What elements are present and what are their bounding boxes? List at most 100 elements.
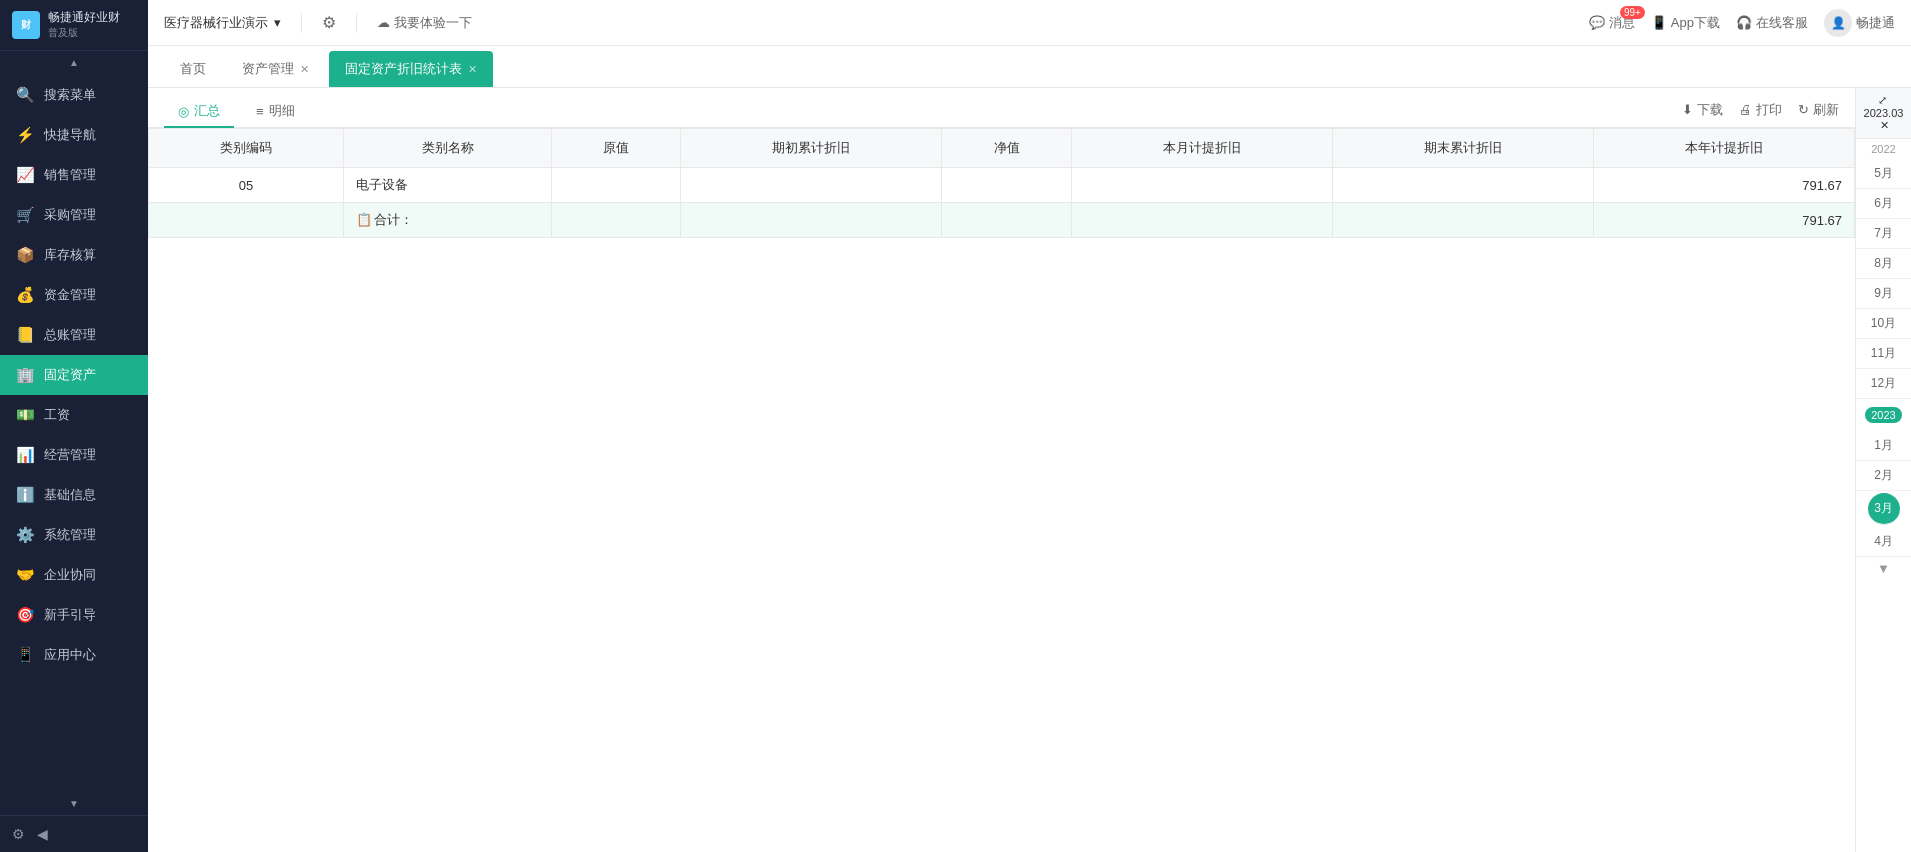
sidebar-item-sales[interactable]: 📈 销售管理 xyxy=(0,155,148,195)
action-icon-print: 🖨 xyxy=(1739,102,1752,117)
sidebar-item-guide[interactable]: 🎯 新手引导 xyxy=(0,595,148,635)
table-total-cell xyxy=(1071,203,1332,238)
sub-tab-icon-summary: ◎ xyxy=(178,104,189,119)
sidebar-icon-operations: 📊 xyxy=(16,446,34,464)
sidebar-item-funds[interactable]: 💰 资金管理 xyxy=(0,275,148,315)
report-panel: ◎ 汇总 ≡ 明细 ⬇ 下载 🖨 打印 ↻ 刷新 类别编码类别名称原值期初 xyxy=(148,88,1855,852)
date-month-2022-9月[interactable]: 9月 xyxy=(1856,279,1911,309)
date-year-2022: 2022 xyxy=(1856,139,1911,159)
table-body: 05电子设备791.67📋合计：791.67 xyxy=(149,168,1855,238)
date-month-2022-12月[interactable]: 12月 xyxy=(1856,369,1911,399)
date-panel-title: 2023.03 xyxy=(1864,107,1904,119)
date-month-2022-10月[interactable]: 10月 xyxy=(1856,309,1911,339)
sidebar-item-purchase[interactable]: 🛒 采购管理 xyxy=(0,195,148,235)
tab-depreciation-report[interactable]: 固定资产折旧统计表 ✕ xyxy=(329,51,493,87)
date-month-2022-11月[interactable]: 11月 xyxy=(1856,339,1911,369)
sub-tab-summary[interactable]: ◎ 汇总 xyxy=(164,96,234,128)
sidebar-item-fixed-assets[interactable]: 🏢 固定资产 xyxy=(0,355,148,395)
collapse-icon[interactable]: ◀ xyxy=(37,826,48,842)
table-cell xyxy=(1071,168,1332,203)
table-cell xyxy=(1332,168,1593,203)
tab-label-depreciation-report: 固定资产折旧统计表 xyxy=(345,60,462,78)
sidebar-item-search[interactable]: 🔍 搜索菜单 xyxy=(0,75,148,115)
sub-tab-label-detail: 明细 xyxy=(269,102,295,120)
topbar-label-app-download: App下载 xyxy=(1671,14,1720,32)
sidebar-icon-sales: 📈 xyxy=(16,166,34,184)
tab-home[interactable]: 首页 xyxy=(164,51,222,87)
sidebar-label-enterprise: 企业协同 xyxy=(44,566,96,584)
date-month-2022-7月[interactable]: 7月 xyxy=(1856,219,1911,249)
date-nav-down[interactable]: ▼ xyxy=(1856,557,1911,580)
company-name: 医疗器械行业演示 xyxy=(164,14,268,32)
sidebar-item-operations[interactable]: 📊 经营管理 xyxy=(0,435,148,475)
sub-tab-icon-detail: ≡ xyxy=(256,104,264,119)
topbar-settings-icon[interactable]: ⚙ xyxy=(322,13,336,32)
action-refresh[interactable]: ↻ 刷新 xyxy=(1798,101,1839,119)
date-panel-close-icon[interactable]: ✕ xyxy=(1880,119,1889,131)
table-header-cell: 原值 xyxy=(552,129,681,168)
table-total-cell xyxy=(552,203,681,238)
sidebar-item-ledger[interactable]: 📒 总账管理 xyxy=(0,315,148,355)
sidebar-item-enterprise[interactable]: 🤝 企业协同 xyxy=(0,555,148,595)
sidebar-menu: 🔍 搜索菜单 ⚡ 快捷导航 📈 销售管理 🛒 采购管理 📦 库存核算 💰 资金管… xyxy=(0,75,148,791)
sub-tabs-right: ⬇ 下载 🖨 打印 ↻ 刷新 xyxy=(1682,101,1839,123)
table-header-cell: 期末累计折旧 xyxy=(1332,129,1593,168)
sub-tab-label-summary: 汇总 xyxy=(194,102,220,120)
sidebar-icon-system: ⚙️ xyxy=(16,526,34,544)
action-download[interactable]: ⬇ 下载 xyxy=(1682,101,1723,119)
topbar-messages[interactable]: 💬 消息 99+ xyxy=(1589,14,1635,32)
date-month-2022-6月[interactable]: 6月 xyxy=(1856,189,1911,219)
sidebar-scroll-down[interactable]: ▼ xyxy=(0,791,148,815)
settings-footer-icon[interactable]: ⚙ xyxy=(12,826,25,842)
sidebar-item-salary[interactable]: 💵 工资 xyxy=(0,395,148,435)
company-selector[interactable]: 医疗器械行业演示 ▾ xyxy=(164,14,281,32)
sidebar-icon-basic-info: ℹ️ xyxy=(16,486,34,504)
date-panel-expand-icon[interactable]: ⤢ xyxy=(1878,94,1887,106)
sidebar-item-inventory[interactable]: 📦 库存核算 xyxy=(0,235,148,275)
sidebar-icon-search: 🔍 xyxy=(16,86,34,104)
tab-asset-mgmt[interactable]: 资产管理✕ xyxy=(226,51,325,87)
table-header-cell: 本年计提折旧 xyxy=(1593,129,1854,168)
experience-label: 我要体验一下 xyxy=(394,14,472,32)
tab-close-depreciation-report[interactable]: ✕ xyxy=(468,63,477,76)
topbar-app-download[interactable]: 📱 App下载 xyxy=(1651,14,1720,32)
sidebar-item-basic-info[interactable]: ℹ️ 基础信息 xyxy=(0,475,148,515)
main-content: 医疗器械行业演示 ▾ ⚙ ☁ 我要体验一下 💬 消息 99+ 📱 App下载 🎧… xyxy=(148,0,1911,852)
action-print[interactable]: 🖨 打印 xyxy=(1739,101,1782,119)
sub-tab-detail[interactable]: ≡ 明细 xyxy=(242,96,309,128)
action-label-refresh: 刷新 xyxy=(1813,101,1839,119)
content-area: ◎ 汇总 ≡ 明细 ⬇ 下载 🖨 打印 ↻ 刷新 类别编码类别名称原值期初 xyxy=(148,88,1911,852)
date-month-2023-3月[interactable]: 3月 xyxy=(1868,493,1900,525)
date-year-2023-badge: 2023 xyxy=(1865,407,1901,423)
table-header-cell: 期初累计折旧 xyxy=(681,129,942,168)
tab-close-asset-mgmt[interactable]: ✕ xyxy=(300,63,309,76)
table-total-row: 📋合计：791.67 xyxy=(149,203,1855,238)
date-month-2022-8月[interactable]: 8月 xyxy=(1856,249,1911,279)
sidebar-icon-app-center: 📱 xyxy=(16,646,34,664)
date-month-2023-2月[interactable]: 2月 xyxy=(1856,461,1911,491)
date-month-2022-5月[interactable]: 5月 xyxy=(1856,159,1911,189)
date-month-2023-4月[interactable]: 4月 xyxy=(1856,527,1911,557)
sidebar-scroll-up[interactable]: ▲ xyxy=(0,51,148,75)
sidebar-icon-salary: 💵 xyxy=(16,406,34,424)
date-panel-header: ⤢ 2023.03 ✕ xyxy=(1856,88,1911,139)
table-header-cell: 类别名称 xyxy=(344,129,552,168)
table-row: 05电子设备791.67 xyxy=(149,168,1855,203)
sidebar-label-guide: 新手引导 xyxy=(44,606,96,624)
sidebar-icon-purchase: 🛒 xyxy=(16,206,34,224)
sidebar-item-system[interactable]: ⚙️ 系统管理 xyxy=(0,515,148,555)
sidebar-label-search: 搜索菜单 xyxy=(44,86,96,104)
table-total-cell xyxy=(681,203,942,238)
sidebar-label-operations: 经营管理 xyxy=(44,446,96,464)
date-year-2023-wrap: 2023 xyxy=(1856,399,1911,431)
topbar: 医疗器械行业演示 ▾ ⚙ ☁ 我要体验一下 💬 消息 99+ 📱 App下载 🎧… xyxy=(148,0,1911,46)
topbar-customer-service[interactable]: 🎧 在线客服 xyxy=(1736,14,1808,32)
sidebar-label-funds: 资金管理 xyxy=(44,286,96,304)
experience-button[interactable]: ☁ 我要体验一下 xyxy=(377,14,472,32)
topbar-user[interactable]: 👤 畅捷通 xyxy=(1824,9,1895,37)
table-header-row: 类别编码类别名称原值期初累计折旧净值本月计提折旧期末累计折旧本年计提折旧 xyxy=(149,129,1855,168)
date-month-2023-1月[interactable]: 1月 xyxy=(1856,431,1911,461)
sidebar-icon-fixed-assets: 🏢 xyxy=(16,366,34,384)
sidebar-item-app-center[interactable]: 📱 应用中心 xyxy=(0,635,148,675)
sidebar-item-quick-nav[interactable]: ⚡ 快捷导航 xyxy=(0,115,148,155)
